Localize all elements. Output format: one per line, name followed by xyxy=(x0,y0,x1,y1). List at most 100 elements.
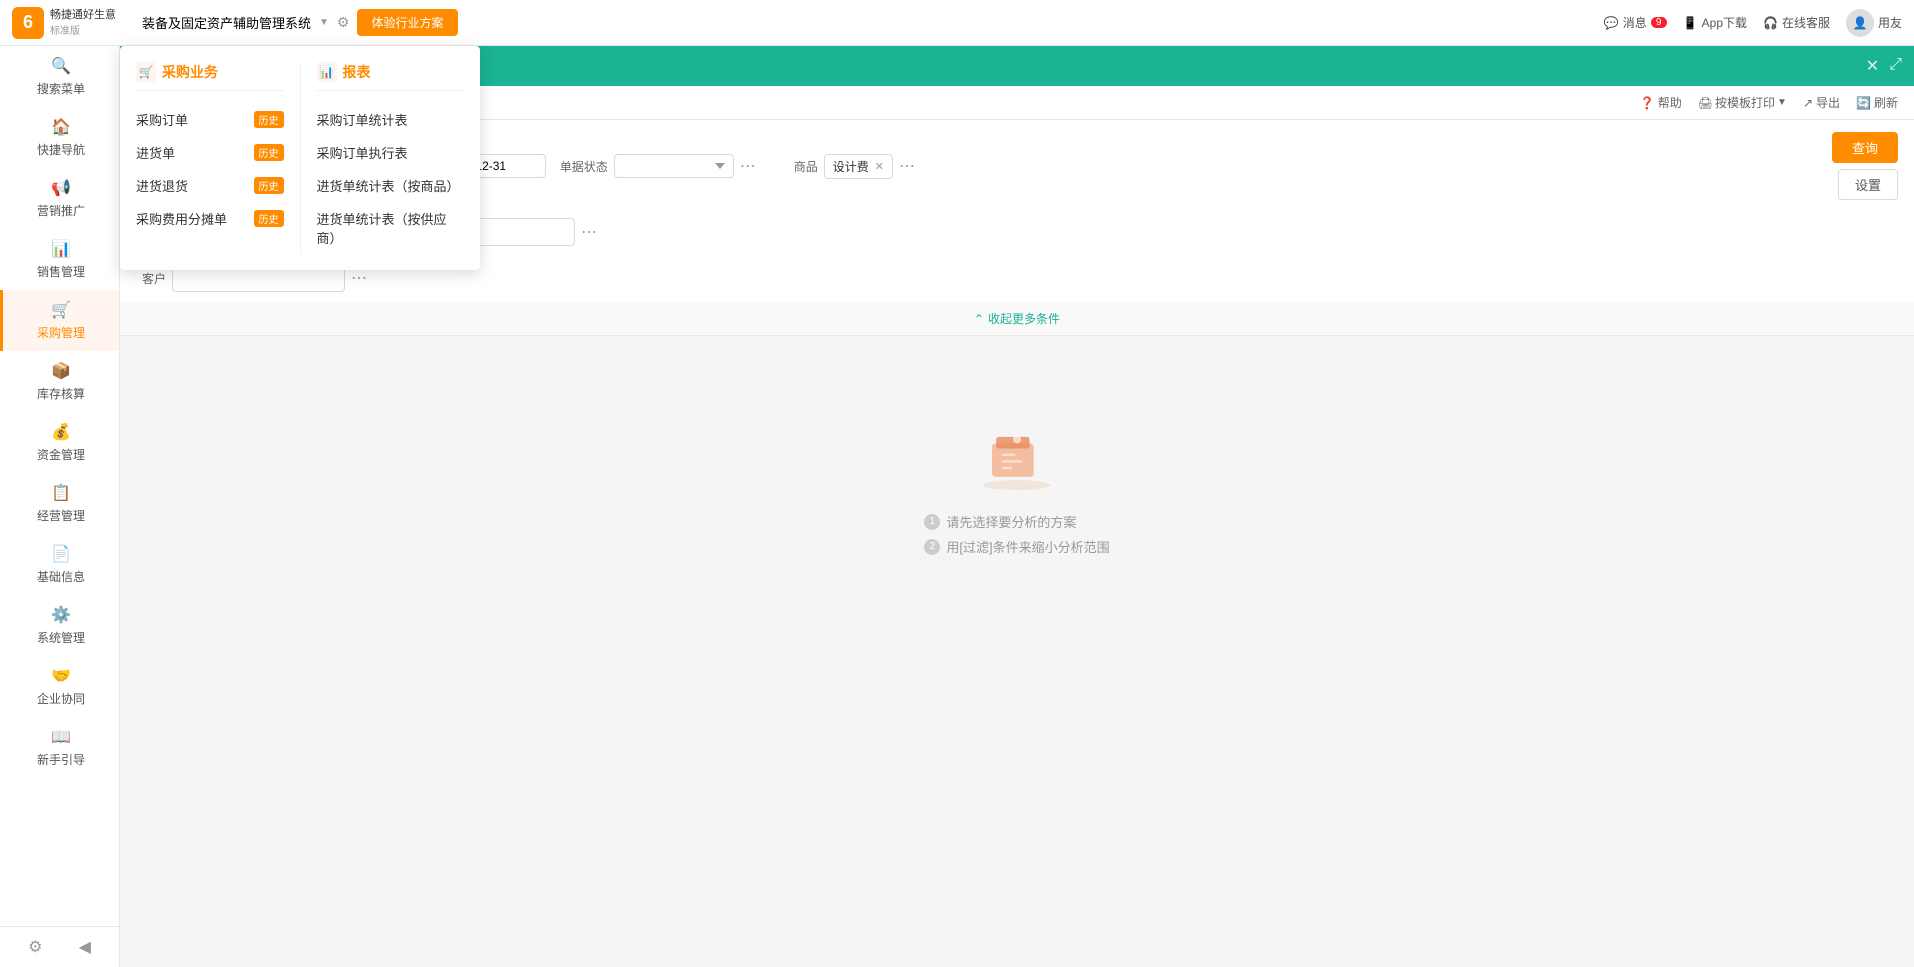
refresh-icon: 🔄 xyxy=(1856,96,1871,110)
enterprise-icon: 🤝 xyxy=(51,666,71,686)
help-btn[interactable]: ❓ 帮助 xyxy=(1640,94,1682,111)
collapse-sidebar-icon[interactable]: ◀ xyxy=(79,937,91,957)
logo-text-group: 畅捷通好生意 标准版 xyxy=(50,8,116,37)
message-label: 消息 xyxy=(1623,14,1647,31)
business-col-icon: 🛒 xyxy=(136,62,156,82)
col-business-header: 🛒 采购业务 xyxy=(136,62,284,91)
sidebar-label-finance: 资金管理 xyxy=(37,446,85,463)
sidebar-label-inventory: 库存核算 xyxy=(37,385,85,402)
tip-text-2: 用[过滤]条件来缩小分析范围 xyxy=(946,537,1109,556)
menu-purchase-order[interactable]: 采购订单 历史 xyxy=(136,103,284,136)
sidebar-label-sales: 销售管理 xyxy=(37,263,85,280)
menu-receipt-stats-goods[interactable]: 进货单统计表（按商品） xyxy=(317,169,465,202)
receipt-stats-supplier-label: 进货单统计表（按供应商） xyxy=(317,209,465,247)
menu-goods-receipt[interactable]: 进货单 历史 xyxy=(136,136,284,169)
online-service-btn[interactable]: 🎧 在线客服 xyxy=(1763,14,1830,31)
settings-footer-icon[interactable]: ⚙ xyxy=(28,937,42,957)
header: 6 畅捷通好生意 标准版 装备及固定资产辅助管理系统 ▼ ⚙ 体验行业方案 💬 … xyxy=(0,0,1914,46)
export-btn[interactable]: ↗ 导出 xyxy=(1803,94,1840,111)
sidebar-label-search: 搜索菜单 xyxy=(37,80,85,97)
menu-order-stats[interactable]: 采购订单统计表 xyxy=(317,103,465,136)
purchase-order-label: 采购订单 xyxy=(136,110,188,129)
system-gear-icon[interactable]: ⚙ xyxy=(337,14,350,31)
menu-goods-return[interactable]: 进货退货 历史 xyxy=(136,169,284,202)
menu-purchase-expense[interactable]: 采购费用分摊单 历史 xyxy=(136,202,284,235)
sidebar-item-guide[interactable]: 📖 新手引导 xyxy=(0,717,119,778)
status-select[interactable] xyxy=(614,154,734,178)
empty-tip-2: 2 用[过滤]条件来缩小分析范围 xyxy=(924,537,1109,556)
sidebar-item-marketing[interactable]: 📢 营销推广 xyxy=(0,168,119,229)
purchase-order-badge: 历史 xyxy=(254,111,284,128)
order-exec-label: 采购订单执行表 xyxy=(317,143,408,162)
user-btn[interactable]: 👤 用友 xyxy=(1846,9,1902,37)
col-report-header: 📊 报表 xyxy=(317,62,465,91)
goods-tag[interactable]: 设计费 ✕ xyxy=(824,154,893,179)
print-btn[interactable]: 🖨 按模板打印 ▼ xyxy=(1698,94,1787,111)
tab-fullscreen-icon[interactable]: ⤢ xyxy=(1889,56,1902,76)
system-name-area: 装备及固定资产辅助管理系统 ▼ ⚙ 体验行业方案 xyxy=(142,9,1604,36)
sidebar-label-basicinfo: 基础信息 xyxy=(37,568,85,585)
status-field-group: 单据状态 ⋯ xyxy=(558,154,756,178)
goods-return-label: 进货退货 xyxy=(136,176,188,195)
message-btn[interactable]: 💬 消息 9 xyxy=(1604,14,1667,31)
refresh-btn[interactable]: 🔄 刷新 xyxy=(1856,94,1898,111)
menu-order-exec[interactable]: 采购订单执行表 xyxy=(317,136,465,169)
customer-label: 客户 xyxy=(136,270,166,287)
sidebar-item-operations[interactable]: 📋 经营管理 xyxy=(0,473,119,534)
search-icon: 🔍 xyxy=(51,56,71,76)
goods-return-badge: 历史 xyxy=(254,177,284,194)
sidebar-item-search[interactable]: 🔍 搜索菜单 xyxy=(0,46,119,107)
sidebar-item-basicinfo[interactable]: 📄 基础信息 xyxy=(0,534,119,595)
goods-field-group: 商品 设计费 ✕ ⋯ xyxy=(768,154,915,179)
salesperson-more-icon[interactable]: ⋯ xyxy=(581,222,597,242)
collapse-row[interactable]: ⌃ 收起更多条件 xyxy=(120,302,1914,335)
goods-tag-text: 设计费 xyxy=(833,158,869,175)
sidebar-item-system[interactable]: ⚙️ 系统管理 xyxy=(0,595,119,656)
goods-receipt-label: 进货单 xyxy=(136,143,175,162)
system-chevron-icon[interactable]: ▼ xyxy=(319,17,329,28)
dropdown-col-business: 🛒 采购业务 采购订单 历史 进货单 历史 进货退货 历史 采购费用分摊单 历史 xyxy=(136,62,300,254)
sidebar-item-inventory[interactable]: 📦 库存核算 xyxy=(0,351,119,412)
empty-tips: 1 请先选择要分析的方案 2 用[过滤]条件来缩小分析范围 xyxy=(924,512,1109,556)
menu-receipt-stats-supplier[interactable]: 进货单统计表（按供应商） xyxy=(317,202,465,254)
sales-icon: 📊 xyxy=(51,239,71,259)
sidebar-item-quicknav[interactable]: 🏠 快捷导航 xyxy=(0,107,119,168)
header-right: 💬 消息 9 📱 App下载 🎧 在线客服 👤 用友 xyxy=(1604,9,1902,37)
sidebar-item-sales[interactable]: 📊 销售管理 xyxy=(0,229,119,290)
app-download-btn[interactable]: 📱 App下载 xyxy=(1683,14,1747,31)
status-label: 单据状态 xyxy=(558,158,608,175)
user-label: 用友 xyxy=(1878,14,1902,31)
print-icon: 🖨 xyxy=(1698,96,1713,110)
empty-tip-1: 1 请先选择要分析的方案 xyxy=(924,512,1109,531)
help-icon: ❓ xyxy=(1640,96,1655,110)
sidebar-item-finance[interactable]: 💰 资金管理 xyxy=(0,412,119,473)
tab-close-window-icon[interactable]: ✕ xyxy=(1866,56,1879,76)
goods-tag-close-icon[interactable]: ✕ xyxy=(875,160,884,173)
goods-more-icon[interactable]: ⋯ xyxy=(899,156,915,176)
collapse-up-icon: ⌃ xyxy=(974,312,984,326)
print-label: 按模板打印 xyxy=(1715,94,1775,111)
finance-icon: 💰 xyxy=(51,422,71,442)
dropdown-col-report: 📊 报表 采购订单统计表 采购订单执行表 进货单统计表（按商品） 进货单统计表（… xyxy=(300,62,465,254)
purchase-dropdown-menu: 🛒 采购业务 采购订单 历史 进货单 历史 进货退货 历史 采购费用分摊单 历史 xyxy=(120,46,480,270)
action-area: 查询 设置 xyxy=(1832,132,1898,200)
guide-icon: 📖 xyxy=(51,727,71,747)
sidebar-item-purchase[interactable]: 🛒 采购管理 xyxy=(0,290,119,351)
app-download-label: App下载 xyxy=(1702,14,1747,31)
col-report-title: 报表 xyxy=(343,62,371,82)
order-stats-label: 采购订单统计表 xyxy=(317,110,408,129)
receipt-stats-goods-label: 进货单统计表（按商品） xyxy=(317,176,460,195)
inventory-icon: 📦 xyxy=(51,361,71,381)
logo-area: 6 畅捷通好生意 标准版 xyxy=(12,7,132,39)
purchase-icon: 🛒 xyxy=(51,300,71,320)
status-more-icon[interactable]: ⋯ xyxy=(740,156,756,176)
query-btn[interactable]: 查询 xyxy=(1832,132,1898,163)
sidebar-item-enterprise[interactable]: 🤝 企业协同 xyxy=(0,656,119,717)
help-label: 帮助 xyxy=(1658,94,1682,111)
print-arrow-icon: ▼ xyxy=(1777,97,1787,108)
sidebar-label-system: 系统管理 xyxy=(37,629,85,646)
setting-btn[interactable]: 设置 xyxy=(1838,169,1898,200)
industry-btn[interactable]: 体验行业方案 xyxy=(357,9,457,36)
customer-more-icon[interactable]: ⋯ xyxy=(351,268,367,288)
sidebar-label-operations: 经营管理 xyxy=(37,507,85,524)
